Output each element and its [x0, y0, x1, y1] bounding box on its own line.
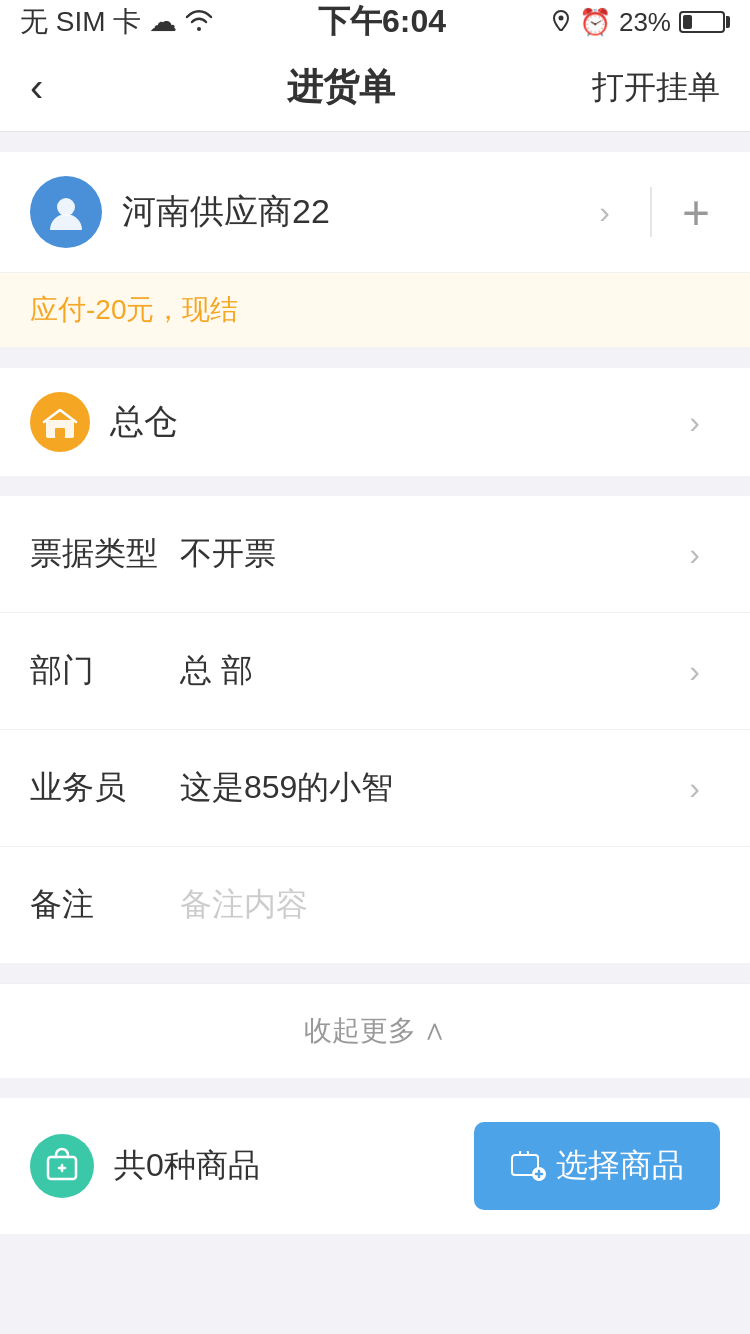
- notice-bar: 应付-20元，现结: [0, 272, 750, 347]
- department-label: 部门: [30, 649, 160, 693]
- salesperson-value: 这是859的小智: [160, 766, 689, 810]
- warehouse-section: 总仓 ›: [0, 367, 750, 476]
- section-gap-1: [0, 132, 750, 152]
- remark-row[interactable]: 备注 备注内容: [0, 847, 750, 963]
- invoice-type-value: 不开票: [160, 532, 689, 576]
- nav-bar: ‹ 进货单 打开挂单: [0, 44, 750, 132]
- department-row[interactable]: 部门 总 部 ›: [0, 613, 750, 730]
- rest-content: [0, 1234, 750, 1334]
- supplier-section: 河南供应商22 › + 应付-20元，现结: [0, 152, 750, 347]
- wifi-icon: [185, 6, 213, 38]
- remark-input[interactable]: 备注内容: [160, 883, 720, 927]
- supplier-row[interactable]: 河南供应商22 › +: [0, 152, 750, 272]
- svg-rect-3: [55, 428, 65, 438]
- location-icon: [551, 7, 571, 38]
- no-sim-text: 无 SIM 卡 ☁: [20, 3, 177, 41]
- battery-icon: [679, 11, 730, 33]
- warehouse-icon: [30, 392, 90, 452]
- section-gap-2: [0, 347, 750, 367]
- supplier-divider: [650, 187, 652, 237]
- alarm-icon: ⏰: [579, 7, 611, 38]
- status-time: 下午6:04: [318, 0, 446, 44]
- open-pending-button[interactable]: 打开挂单: [592, 66, 720, 110]
- warehouse-name: 总仓: [110, 399, 689, 445]
- status-left: 无 SIM 卡 ☁: [20, 3, 213, 41]
- remark-label: 备注: [30, 883, 160, 927]
- select-product-button[interactable]: 选择商品: [474, 1122, 720, 1210]
- sales-chevron-icon: ›: [689, 770, 700, 807]
- status-right: ⏰ 23%: [551, 7, 730, 38]
- product-count: 共0种商品: [114, 1144, 454, 1188]
- bottom-bar: 共0种商品 选择商品: [0, 1098, 750, 1234]
- add-supplier-button[interactable]: +: [672, 185, 720, 240]
- svg-point-0: [558, 15, 563, 20]
- invoice-type-label: 票据类型: [30, 532, 160, 576]
- warehouse-chevron-icon: ›: [689, 404, 700, 441]
- form-section: 票据类型 不开票 › 部门 总 部 › 业务员 这是859的小智 › 备注 备注…: [0, 496, 750, 963]
- page-title: 进货单: [287, 63, 395, 112]
- salesperson-label: 业务员: [30, 766, 160, 810]
- supplier-chevron-icon: ›: [599, 194, 610, 231]
- dept-chevron-icon: ›: [689, 653, 700, 690]
- department-value: 总 部: [160, 649, 689, 693]
- invoice-type-row[interactable]: 票据类型 不开票 ›: [0, 496, 750, 613]
- invoice-chevron-icon: ›: [689, 536, 700, 573]
- collapse-section: 收起更多 ∧: [0, 983, 750, 1078]
- battery-text: 23%: [619, 7, 671, 38]
- svg-point-1: [57, 198, 75, 216]
- status-bar: 无 SIM 卡 ☁ 下午6:04 ⏰ 23%: [0, 0, 750, 44]
- warehouse-row[interactable]: 总仓 ›: [0, 367, 750, 476]
- select-product-label: 选择商品: [556, 1144, 684, 1188]
- salesperson-row[interactable]: 业务员 这是859的小智 ›: [0, 730, 750, 847]
- supplier-name: 河南供应商22: [122, 189, 599, 235]
- product-icon-wrap: [30, 1134, 94, 1198]
- back-button[interactable]: ‹: [30, 65, 90, 110]
- collapse-button[interactable]: 收起更多 ∧: [304, 1012, 447, 1050]
- supplier-avatar: [30, 176, 102, 248]
